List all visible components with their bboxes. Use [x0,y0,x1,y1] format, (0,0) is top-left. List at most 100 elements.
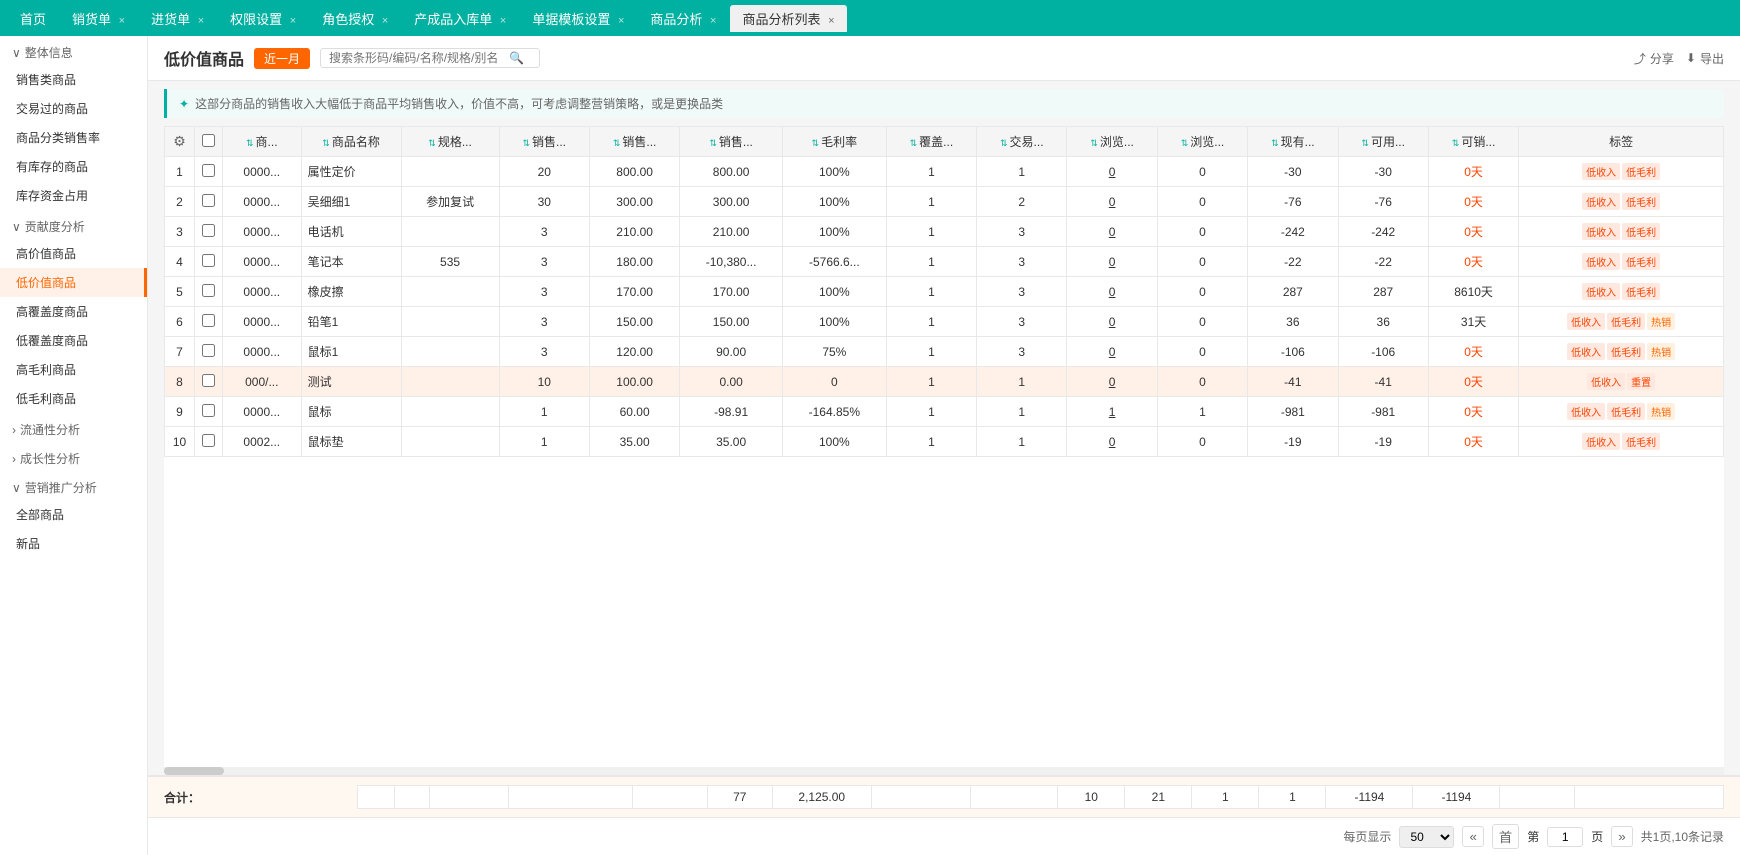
th-views1[interactable]: ⇅浏览... [1067,127,1157,157]
sidebar-group-growth[interactable]: › 成长性分析 [0,442,147,471]
close-sales-order[interactable]: × [119,15,125,27]
row-checkbox[interactable] [202,164,215,177]
settings-icon[interactable]: ⚙ [173,133,186,149]
cell-name[interactable]: 鼠标垫 [301,427,401,457]
sidebar-group-overall[interactable]: ∨ 整体信息 [0,36,147,65]
cell-views1[interactable]: 0 [1067,367,1157,397]
cell-checkbox[interactable] [195,187,223,217]
cell-views1[interactable]: 0 [1067,277,1157,307]
nav-product-analysis[interactable]: 商品分析 × [638,5,728,32]
cell-views1[interactable]: 0 [1067,247,1157,277]
cell-checkbox[interactable] [195,217,223,247]
cell-checkbox[interactable] [195,247,223,277]
row-checkbox[interactable] [202,314,215,327]
close-template-settings[interactable]: × [618,15,624,27]
th-settings[interactable]: ⚙ [165,127,195,157]
cell-views1[interactable]: 0 [1067,427,1157,457]
close-role-auth[interactable]: × [382,15,388,27]
nav-sales-order[interactable]: 销货单 × [60,5,137,32]
th-sales-amount[interactable]: ⇅销售... [589,127,679,157]
close-product-stock[interactable]: × [500,15,506,27]
close-product-analysis[interactable]: × [710,15,716,27]
views-link[interactable]: 0 [1109,255,1116,269]
cell-checkbox[interactable] [195,157,223,187]
th-spec[interactable]: ⇅规格... [401,127,499,157]
nav-permissions[interactable]: 权限设置 × [218,5,308,32]
cell-views1[interactable]: 0 [1067,307,1157,337]
close-purchase-order[interactable]: × [198,15,204,27]
search-input[interactable] [329,51,509,65]
sidebar-item-low-coverage[interactable]: 低覆盖度商品 [0,326,147,355]
views-link[interactable]: 0 [1109,375,1116,389]
cell-views1[interactable]: 1 [1067,397,1157,427]
nav-product-analysis-list[interactable]: 商品分析列表 × [730,5,846,32]
views-link[interactable]: 0 [1109,435,1116,449]
per-page-select[interactable]: 50 100 200 [1399,826,1454,848]
views-link[interactable]: 0 [1109,225,1116,239]
export-button[interactable]: ⬇ 导出 [1686,50,1724,67]
cell-name[interactable]: 铅笔1 [301,307,401,337]
sidebar-item-high-coverage[interactable]: 高覆盖度商品 [0,297,147,326]
th-gross-margin[interactable]: ⇅毛利率 [782,127,886,157]
cell-checkbox[interactable] [195,337,223,367]
th-transactions[interactable]: ⇅交易... [977,127,1067,157]
th-saleable-days[interactable]: ⇅可销... [1428,127,1518,157]
sidebar-item-all-products[interactable]: 全部商品 [0,500,147,529]
next-page-button[interactable]: » [1611,826,1632,847]
period-button[interactable]: 近一月 [254,48,310,69]
cell-views1[interactable]: 0 [1067,157,1157,187]
sidebar-item-low-margin[interactable]: 低毛利商品 [0,384,147,413]
nav-home[interactable]: 首页 [8,5,58,32]
row-checkbox[interactable] [202,194,215,207]
first-label-button[interactable]: 首 [1492,824,1519,849]
row-checkbox[interactable] [202,374,215,387]
row-checkbox[interactable] [202,254,215,267]
close-permissions[interactable]: × [290,15,296,27]
th-views2[interactable]: ⇅浏览... [1157,127,1247,157]
cell-name[interactable]: 吴细细1 [301,187,401,217]
cell-name[interactable]: 属性定价 [301,157,401,187]
select-all-checkbox[interactable] [202,134,215,147]
views-link[interactable]: 0 [1109,165,1116,179]
sidebar-item-high-value[interactable]: 高价值商品 [0,239,147,268]
cell-name[interactable]: 鼠标 [301,397,401,427]
cell-name[interactable]: 橡皮擦 [301,277,401,307]
th-coverage[interactable]: ⇅覆盖... [886,127,976,157]
row-checkbox[interactable] [202,404,215,417]
nav-purchase-order[interactable]: 进货单 × [139,5,216,32]
cell-checkbox[interactable] [195,427,223,457]
cell-checkbox[interactable] [195,397,223,427]
th-code[interactable]: ⇅商... [223,127,302,157]
th-sales-cost[interactable]: ⇅销售... [680,127,783,157]
th-available-stock[interactable]: ⇅可用... [1338,127,1428,157]
sidebar-item-sales-products[interactable]: 销售类商品 [0,65,147,94]
sidebar-item-high-margin[interactable]: 高毛利商品 [0,355,147,384]
sidebar-item-stock-products[interactable]: 有库存的商品 [0,152,147,181]
sidebar-group-liquidity[interactable]: › 流通性分析 [0,413,147,442]
cell-name[interactable]: 笔记本 [301,247,401,277]
views-link[interactable]: 1 [1109,405,1116,419]
views-link[interactable]: 0 [1109,285,1116,299]
cell-checkbox[interactable] [195,367,223,397]
row-checkbox[interactable] [202,224,215,237]
sidebar-item-stock-capital[interactable]: 库存资金占用 [0,181,147,210]
cell-checkbox[interactable] [195,277,223,307]
horizontal-scrollbar[interactable] [164,767,1724,775]
th-checkbox[interactable] [195,127,223,157]
sidebar-item-traded-products[interactable]: 交易过的商品 [0,94,147,123]
row-checkbox[interactable] [202,344,215,357]
row-checkbox[interactable] [202,434,215,447]
close-product-analysis-list[interactable]: × [828,15,834,27]
sidebar-group-contribution[interactable]: ∨ 贡献度分析 [0,210,147,239]
sidebar-item-low-value[interactable]: 低价值商品 [0,268,147,297]
cell-name[interactable]: 电话机 [301,217,401,247]
cell-views1[interactable]: 0 [1067,337,1157,367]
scrollbar-thumb[interactable] [164,767,224,775]
cell-name[interactable]: 鼠标1 [301,337,401,367]
search-icon[interactable]: 🔍 [509,51,524,65]
first-page-button[interactable]: « [1462,826,1483,847]
nav-role-auth[interactable]: 角色授权 × [310,5,400,32]
page-number-input[interactable] [1547,827,1583,847]
sidebar-item-new-products[interactable]: 新品 [0,529,147,558]
row-checkbox[interactable] [202,284,215,297]
